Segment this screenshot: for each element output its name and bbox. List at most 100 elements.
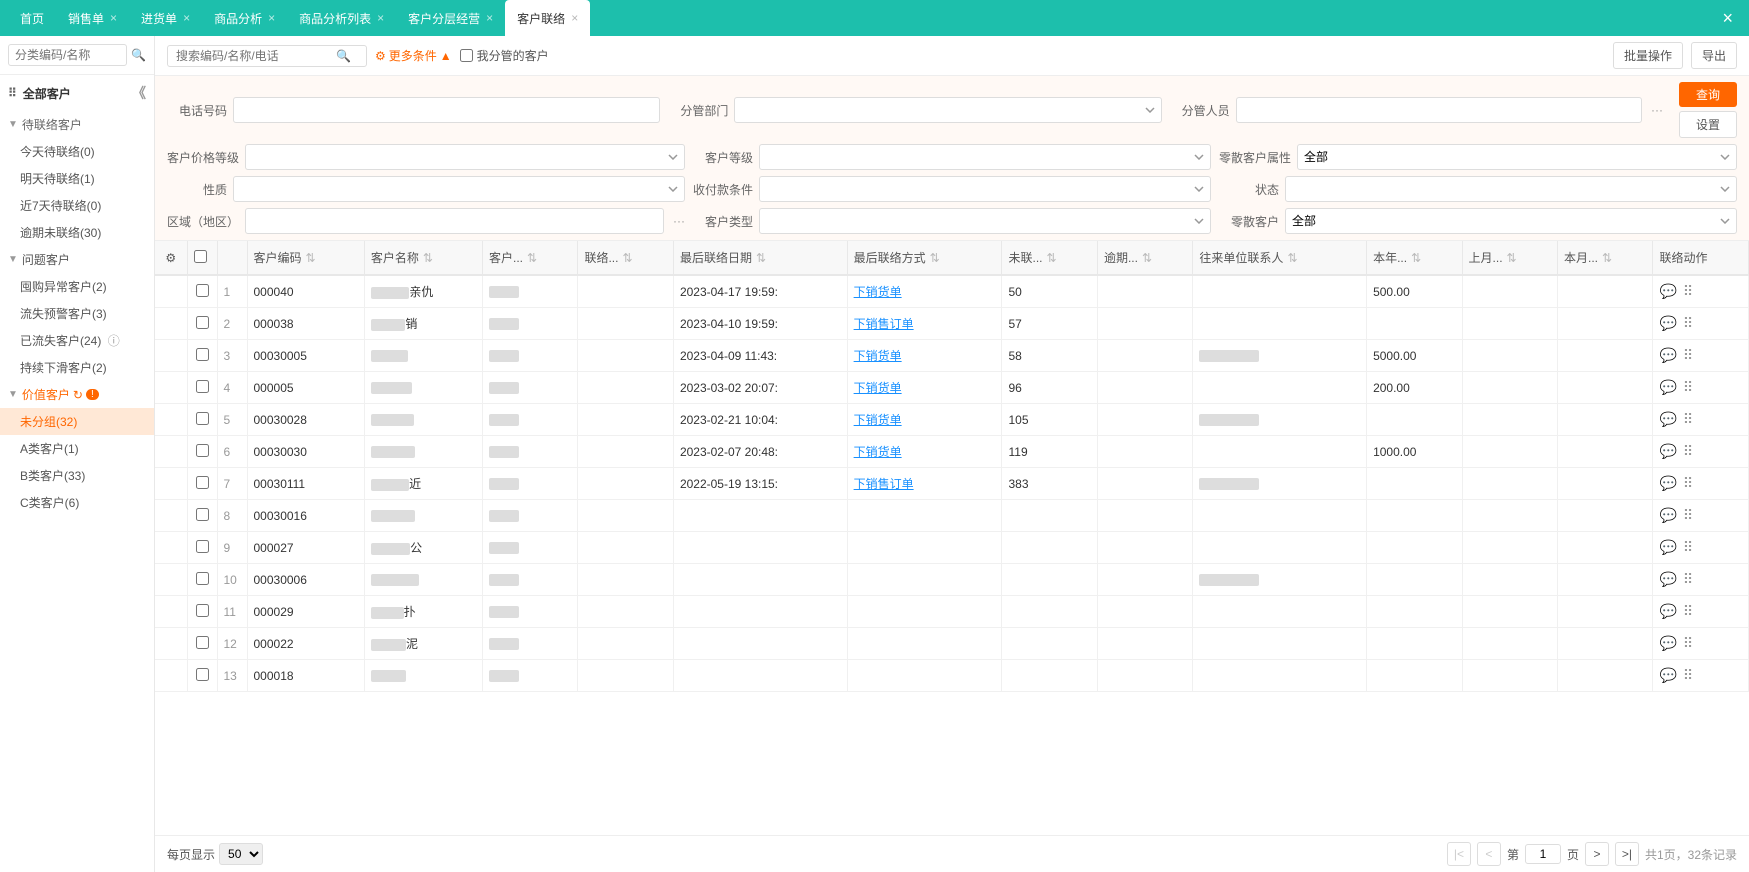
grid-action-icon[interactable]: ⠿ xyxy=(1683,347,1693,364)
last-page-button[interactable]: >| xyxy=(1615,842,1639,866)
export-button[interactable]: 导出 xyxy=(1691,42,1737,69)
chat-icon[interactable]: 💬 xyxy=(1659,347,1676,364)
reset-button[interactable]: 设置 xyxy=(1679,111,1737,138)
customer-level-select[interactable] xyxy=(759,144,1211,170)
retail-attr-select[interactable]: 全部 xyxy=(1297,144,1737,170)
th-this-month[interactable]: 本月...⇅ xyxy=(1558,241,1653,275)
row-checkbox[interactable] xyxy=(196,316,209,329)
row-checkbox[interactable] xyxy=(196,668,209,681)
grid-action-icon[interactable]: ⠿ xyxy=(1683,443,1693,460)
last-method-link[interactable]: 下销售订单 xyxy=(854,317,914,331)
row-checkbox[interactable] xyxy=(196,636,209,649)
th-overdue[interactable]: 逾期...⇅ xyxy=(1097,241,1192,275)
retail-customer-select[interactable]: 全部 xyxy=(1285,208,1737,234)
first-page-button[interactable]: |< xyxy=(1447,842,1471,866)
th-contact[interactable]: 联络...⇅ xyxy=(578,241,673,275)
th-last-date[interactable]: 最后联络日期⇅ xyxy=(673,241,847,275)
grid-action-icon[interactable]: ⠿ xyxy=(1683,315,1693,332)
gender-select[interactable] xyxy=(233,176,685,202)
grid-action-icon[interactable]: ⠿ xyxy=(1683,475,1693,492)
next-page-button[interactable]: > xyxy=(1585,842,1609,866)
th-settings[interactable]: ⚙ xyxy=(155,241,187,275)
last-method-link[interactable]: 下销货单 xyxy=(854,445,902,459)
close-customer-contact-tab[interactable]: × xyxy=(571,11,578,25)
th-days[interactable]: 未联...⇅ xyxy=(1002,241,1097,275)
chat-icon[interactable]: 💬 xyxy=(1659,315,1676,332)
row-checkbox[interactable] xyxy=(196,444,209,457)
grid-action-icon[interactable]: ⠿ xyxy=(1683,507,1693,524)
filter-search-icon[interactable]: 🔍 xyxy=(336,49,351,63)
row-checkbox[interactable] xyxy=(196,412,209,425)
last-method-link[interactable]: 下销货单 xyxy=(854,381,902,395)
nav-tab-analysis-list[interactable]: 商品分析列表 × xyxy=(287,0,396,36)
filter-more-conditions[interactable]: ⚙ 更多条件 ▲ xyxy=(375,47,452,64)
person-more-icon[interactable]: ··· xyxy=(1651,103,1663,117)
close-sales-tab[interactable]: × xyxy=(110,11,117,25)
page-input[interactable] xyxy=(1525,844,1561,864)
chat-icon[interactable]: 💬 xyxy=(1659,379,1676,396)
th-this-year[interactable]: 本年...⇅ xyxy=(1367,241,1462,275)
batch-ops-button[interactable]: 批量操作 xyxy=(1613,42,1683,69)
status-select[interactable] xyxy=(1285,176,1737,202)
sidebar-search-input[interactable] xyxy=(8,44,127,66)
person-input[interactable] xyxy=(1236,97,1642,123)
sidebar-all-customers[interactable]: ⠿ 全部客户 《 xyxy=(0,75,154,111)
close-analysis-tab[interactable]: × xyxy=(268,11,275,25)
nav-tab-sales[interactable]: 销售单 × xyxy=(56,0,129,36)
last-method-link[interactable]: 下销货单 xyxy=(854,413,902,427)
sidebar-item-7days[interactable]: 近7天待联络(0) xyxy=(0,192,154,219)
grid-action-icon[interactable]: ⠿ xyxy=(1683,571,1693,588)
grid-action-icon[interactable]: ⠿ xyxy=(1683,635,1693,652)
close-analysis-list-tab[interactable]: × xyxy=(377,11,384,25)
chat-icon[interactable]: 💬 xyxy=(1659,603,1676,620)
sidebar-score-section[interactable]: ▼ 价值客户 ↻ ! xyxy=(0,381,154,408)
nav-tab-customer-tier[interactable]: 客户分层经营 × xyxy=(396,0,505,36)
chat-icon[interactable]: 💬 xyxy=(1659,283,1676,300)
row-checkbox[interactable] xyxy=(196,284,209,297)
nav-close-button[interactable]: × xyxy=(1714,8,1741,29)
chat-icon[interactable]: 💬 xyxy=(1659,475,1676,492)
sidebar-collapse-button[interactable]: 《 xyxy=(132,83,146,103)
nav-tab-customer-contact[interactable]: 客户联络 × xyxy=(505,0,590,36)
grid-action-icon[interactable]: ⠿ xyxy=(1683,603,1693,620)
chat-icon[interactable]: 💬 xyxy=(1659,635,1676,652)
sidebar-item-today[interactable]: 今天待联络(0) xyxy=(0,138,154,165)
last-method-link[interactable]: 下销货单 xyxy=(854,349,902,363)
score-refresh-icon[interactable]: ↻ xyxy=(73,388,83,402)
chat-icon[interactable]: 💬 xyxy=(1659,667,1676,684)
sidebar-item-a-class[interactable]: A类客户(1) xyxy=(0,435,154,462)
filter-my-customers[interactable]: 我分管的客户 xyxy=(460,47,549,64)
filter-search-input[interactable] xyxy=(176,49,336,63)
chat-icon[interactable]: 💬 xyxy=(1659,443,1676,460)
grid-action-icon[interactable]: ⠿ xyxy=(1683,283,1693,300)
row-checkbox[interactable] xyxy=(196,348,209,361)
close-purchase-tab[interactable]: × xyxy=(183,11,190,25)
row-checkbox[interactable] xyxy=(196,508,209,521)
sidebar-item-stockpile[interactable]: 囤购异常客户(2) xyxy=(0,273,154,300)
th-last-method[interactable]: 最后联络方式⇅ xyxy=(847,241,1002,275)
sidebar-item-c-class[interactable]: C类客户(6) xyxy=(0,489,154,516)
last-method-link[interactable]: 下销售订单 xyxy=(854,477,914,491)
my-customers-checkbox[interactable] xyxy=(460,49,473,62)
sidebar-item-churned[interactable]: 已流失客户(24) ⓘ xyxy=(0,327,154,354)
grid-action-icon[interactable]: ⠿ xyxy=(1683,539,1693,556)
row-checkbox[interactable] xyxy=(196,380,209,393)
th-type[interactable]: 客户...⇅ xyxy=(483,241,578,275)
th-unit[interactable]: 往来单位联系人⇅ xyxy=(1193,241,1367,275)
per-page-select[interactable]: 50 xyxy=(219,843,263,865)
sidebar-item-declining[interactable]: 持续下滑客户(2) xyxy=(0,354,154,381)
sidebar-item-overdue[interactable]: 逾期未联络(30) xyxy=(0,219,154,246)
grid-action-icon[interactable]: ⠿ xyxy=(1683,379,1693,396)
region-input[interactable] xyxy=(245,208,664,234)
th-name[interactable]: 客户名称⇅ xyxy=(364,241,482,275)
grid-action-icon[interactable]: ⠿ xyxy=(1683,411,1693,428)
th-code[interactable]: 客户编码⇅ xyxy=(247,241,364,275)
chat-icon[interactable]: 💬 xyxy=(1659,539,1676,556)
settings-gear-icon[interactable]: ⚙ xyxy=(165,251,176,265)
customer-type-select[interactable] xyxy=(759,208,1211,234)
sidebar-problem-section[interactable]: ▼ 问题客户 xyxy=(0,246,154,273)
sidebar-waiting-section[interactable]: ▼ 待联络客户 xyxy=(0,111,154,138)
dept-select[interactable] xyxy=(734,97,1161,123)
row-checkbox[interactable] xyxy=(196,604,209,617)
query-button[interactable]: 查询 xyxy=(1679,82,1737,107)
